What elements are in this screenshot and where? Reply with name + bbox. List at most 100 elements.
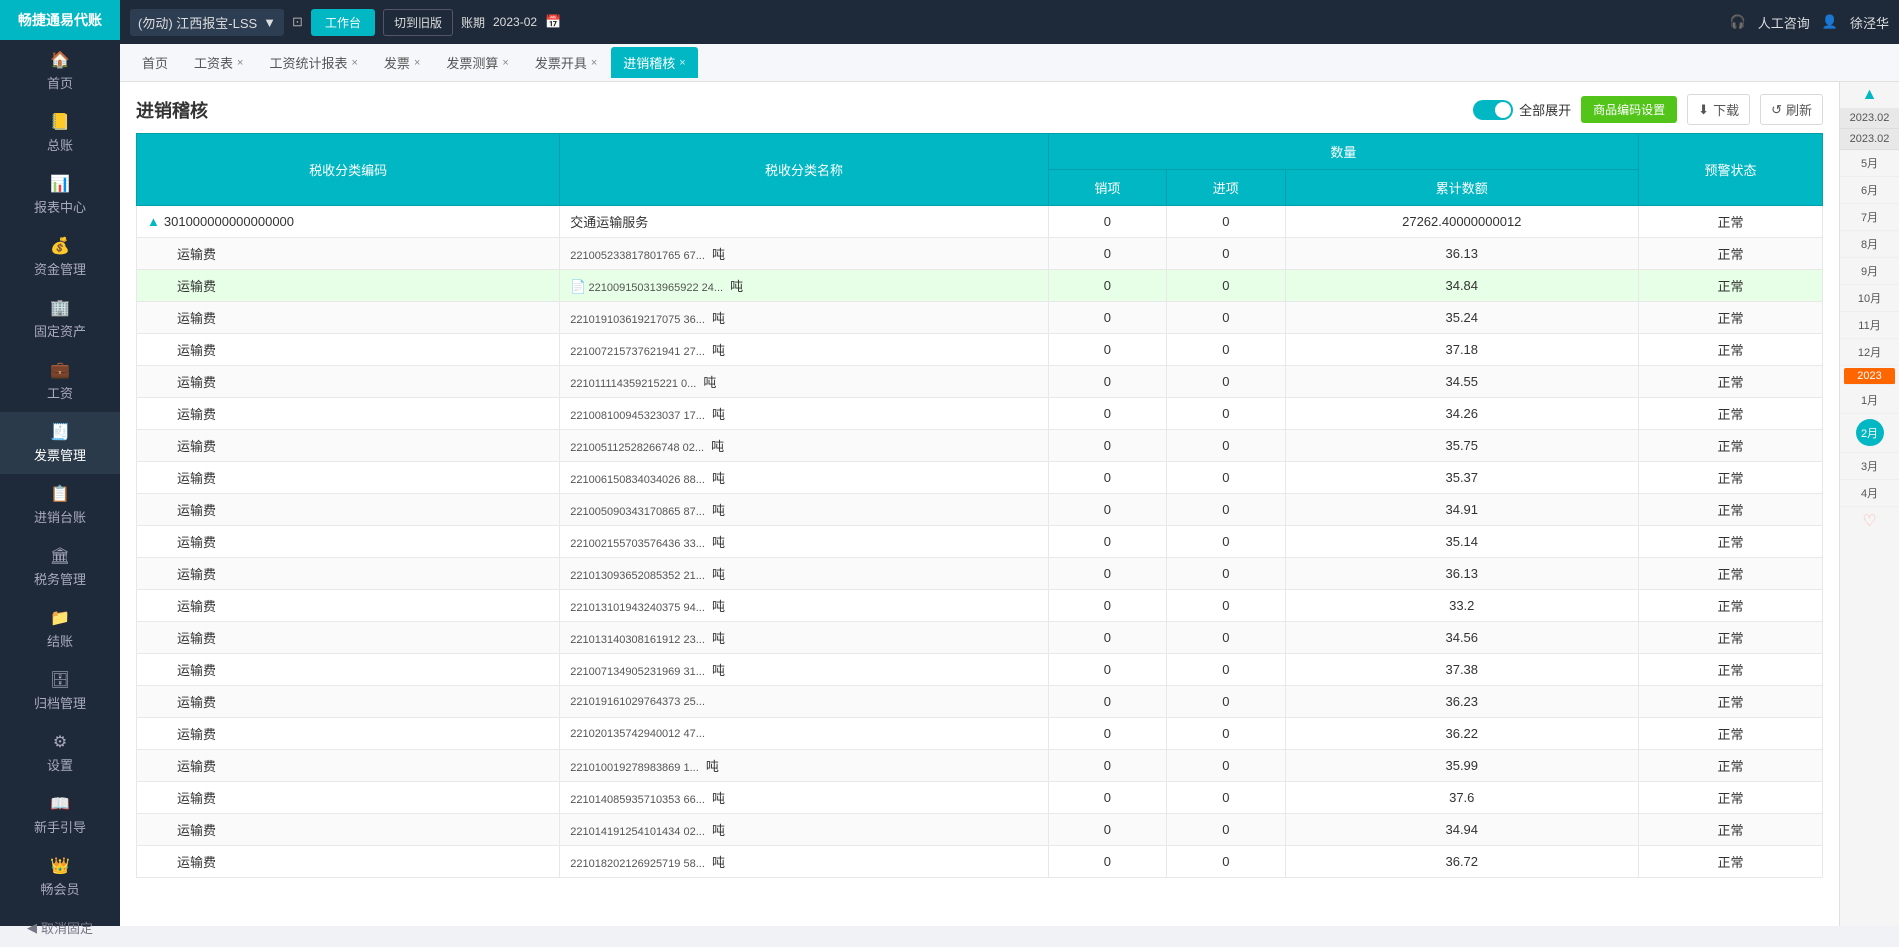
tab-close-invoice-calc[interactable]: × [502, 57, 508, 69]
year-label-2[interactable]: 2023.02 [1840, 129, 1899, 150]
month-item[interactable]: 5月 [1840, 150, 1899, 177]
tab-close-reconciliation[interactable]: × [679, 57, 685, 69]
refresh-button[interactable]: ↺ 刷新 [1760, 94, 1823, 125]
tab-reconciliation[interactable]: 进销稽核 × [611, 47, 697, 78]
table-row[interactable]: 运输费 221014191254101434 02... 吨 0 0 34.94… [137, 814, 1823, 846]
data-table: 税收分类编码 税收分类名称 数量 预警状态 销项 进项 累计数额 ▲30 [136, 133, 1823, 878]
item-name-cell: 运输费 [137, 238, 560, 270]
company-selector[interactable]: (勿动) 江西报宝-LSS ▼ [130, 9, 284, 36]
month-item[interactable]: 11月 [1840, 312, 1899, 339]
table-row[interactable]: 运输费 221005233817801765 67... 吨 0 0 36.13… [137, 238, 1823, 270]
table-row[interactable]: 运输费 📄221009150313965922 24... 吨 0 0 34.8… [137, 270, 1823, 302]
month-item[interactable]: 10月 [1840, 285, 1899, 312]
sidebar-item-salary[interactable]: 💼 工资 [0, 350, 120, 412]
tab-close-salary-table[interactable]: × [237, 57, 243, 69]
user-service-label[interactable]: 人工咨询 [1758, 13, 1810, 32]
table-row[interactable]: 运输费 221014085935710353 66... 吨 0 0 37.6 … [137, 782, 1823, 814]
sidebar-item-invoice[interactable]: 🧾 发票管理 [0, 412, 120, 474]
month-item[interactable]: 2023 [1844, 368, 1895, 385]
sidebar-item-purchase-sales[interactable]: 📋 进销台账 [0, 474, 120, 536]
tab-close-salary-report[interactable]: × [351, 57, 357, 69]
sidebar-item-settings[interactable]: ⚙ 设置 [0, 722, 120, 784]
month-item[interactable]: 2月 [1840, 414, 1899, 453]
tab-home[interactable]: 首页 [130, 47, 180, 78]
month-item[interactable]: 9月 [1840, 258, 1899, 285]
product-code-settings-button[interactable]: 商品编码设置 [1581, 96, 1677, 123]
sidebar: 畅捷通易代账 🏠 首页 📒 总账 📊 报表中心 💰 资金管理 🏢 固定资产 💼 … [0, 0, 120, 926]
sidebar-item-archive[interactable]: 🗄 归档管理 [0, 660, 120, 722]
switch-version-button[interactable]: 切到旧版 [383, 9, 453, 36]
cumulative-cell: 36.22 [1285, 718, 1638, 750]
month-item[interactable]: 4月 [1840, 480, 1899, 507]
copy-icon[interactable]: ⊡ [292, 14, 303, 30]
tab-close-invoice[interactable]: × [414, 57, 420, 69]
nav-up-button[interactable]: ▲ [1840, 82, 1899, 108]
tab-close-invoice-issue[interactable]: × [591, 57, 597, 69]
item-name-cell: 运输费 [137, 750, 560, 782]
sidebar-item-home[interactable]: 🏠 首页 [0, 40, 120, 102]
expand-toggle-wrap[interactable]: 全部展开 [1473, 100, 1571, 120]
archive-icon: 🗄 [50, 670, 70, 690]
year-label-1[interactable]: 2023.02 [1840, 108, 1899, 129]
tab-salary-table[interactable]: 工资表 × [182, 47, 255, 78]
sidebar-item-label: 首页 [47, 73, 73, 92]
workspace-button[interactable]: 工作台 [311, 9, 375, 36]
sidebar-item-funds[interactable]: 💰 资金管理 [0, 226, 120, 288]
collapse-icon[interactable]: ▲ [147, 214, 160, 229]
table-row[interactable]: 运输费 221018202126925719 58... 吨 0 0 36.72… [137, 846, 1823, 878]
table-row[interactable]: 运输费 221013101943240375 94... 吨 0 0 33.2 … [137, 590, 1823, 622]
status-cell: 正常 [1638, 718, 1822, 750]
unit-tag: 吨 [712, 631, 725, 646]
table-row[interactable]: 运输费 221006150834034026 88... 吨 0 0 35.37… [137, 462, 1823, 494]
tab-invoice[interactable]: 发票 × [372, 47, 432, 78]
sidebar-item-membership[interactable]: 👑 畅会员 [0, 846, 120, 908]
sidebar-item-assets[interactable]: 🏢 固定资产 [0, 288, 120, 350]
table-row[interactable]: ▲301000000000000000 交通运输服务 0 0 27262.400… [137, 206, 1823, 238]
sidebar-item-guide[interactable]: 📖 新手引导 [0, 784, 120, 846]
month-item[interactable]: 3月 [1840, 453, 1899, 480]
item-name-cell: 运输费 [137, 430, 560, 462]
table-row[interactable]: 运输费 221008100945323037 17... 吨 0 0 34.26… [137, 398, 1823, 430]
sales-cell: 0 [1048, 238, 1166, 270]
sales-cell: 0 [1048, 398, 1166, 430]
purchase-cell: 0 [1167, 846, 1285, 878]
main-area: (勿动) 江西报宝-LSS ▼ ⊡ 工作台 切到旧版 账期 2023-02 📅 … [120, 0, 1899, 926]
expand-toggle[interactable] [1473, 100, 1513, 120]
table-row[interactable]: 运输费 221019103619217075 36... 吨 0 0 35.24… [137, 302, 1823, 334]
tab-invoice-issue[interactable]: 发票开具 × [523, 47, 609, 78]
table-row[interactable]: 运输费 221010019278983869 1... 吨 0 0 35.99 … [137, 750, 1823, 782]
table-row[interactable]: 运输费 221007134905231969 31... 吨 0 0 37.38… [137, 654, 1823, 686]
purchase-cell: 0 [1167, 558, 1285, 590]
table-row[interactable]: 运输费 221020135742940012 47... 0 0 36.22 正… [137, 718, 1823, 750]
unpin-label: 取消固定 [41, 918, 93, 937]
month-item[interactable]: 6月 [1840, 177, 1899, 204]
unpin-button[interactable]: ◀ 取消固定 [0, 908, 120, 947]
table-row[interactable]: 运输费 221007215737621941 27... 吨 0 0 37.18… [137, 334, 1823, 366]
tab-invoice-calc[interactable]: 发票测算 × [434, 47, 520, 78]
sidebar-item-ledger[interactable]: 📒 总账 [0, 102, 120, 164]
sidebar-item-label: 税务管理 [34, 569, 86, 588]
user-name[interactable]: 徐泾华 [1850, 13, 1889, 32]
table-row[interactable]: 运输费 221002155703576436 33... 吨 0 0 35.14… [137, 526, 1823, 558]
table-row[interactable]: 运输费 221013093652085352 21... 吨 0 0 36.13… [137, 558, 1823, 590]
calendar-icon[interactable]: 📅 [545, 14, 561, 30]
month-item[interactable]: 1月 [1840, 387, 1899, 414]
table-row[interactable]: 运输费 221011114359215221 0... 吨 0 0 34.55 … [137, 366, 1823, 398]
item-code-cell: 221018202126925719 58... 吨 [560, 846, 1048, 878]
table-row[interactable]: 运输费 221013140308161912 23... 吨 0 0 34.56… [137, 622, 1823, 654]
tab-salary-report[interactable]: 工资统计报表 × [257, 47, 369, 78]
sidebar-item-closing[interactable]: 📁 结账 [0, 598, 120, 660]
sidebar-item-reports[interactable]: 📊 报表中心 [0, 164, 120, 226]
table-row[interactable]: 运输费 221005112528266748 02... 吨 0 0 35.75… [137, 430, 1823, 462]
download-button[interactable]: ⬇ 下载 [1687, 94, 1750, 125]
month-item[interactable]: 7月 [1840, 204, 1899, 231]
purchase-cell: 0 [1167, 238, 1285, 270]
unit-tag: 吨 [730, 279, 743, 294]
month-item[interactable]: 12月 [1840, 339, 1899, 366]
cumulative-cell: 34.84 [1285, 270, 1638, 302]
purchase-cell: 0 [1167, 366, 1285, 398]
table-row[interactable]: 运输费 221019161029764373 25... 0 0 36.23 正… [137, 686, 1823, 718]
table-row[interactable]: 运输费 221005090343170865 87... 吨 0 0 34.91… [137, 494, 1823, 526]
sidebar-item-tax[interactable]: 🏛 税务管理 [0, 536, 120, 598]
month-item[interactable]: 8月 [1840, 231, 1899, 258]
